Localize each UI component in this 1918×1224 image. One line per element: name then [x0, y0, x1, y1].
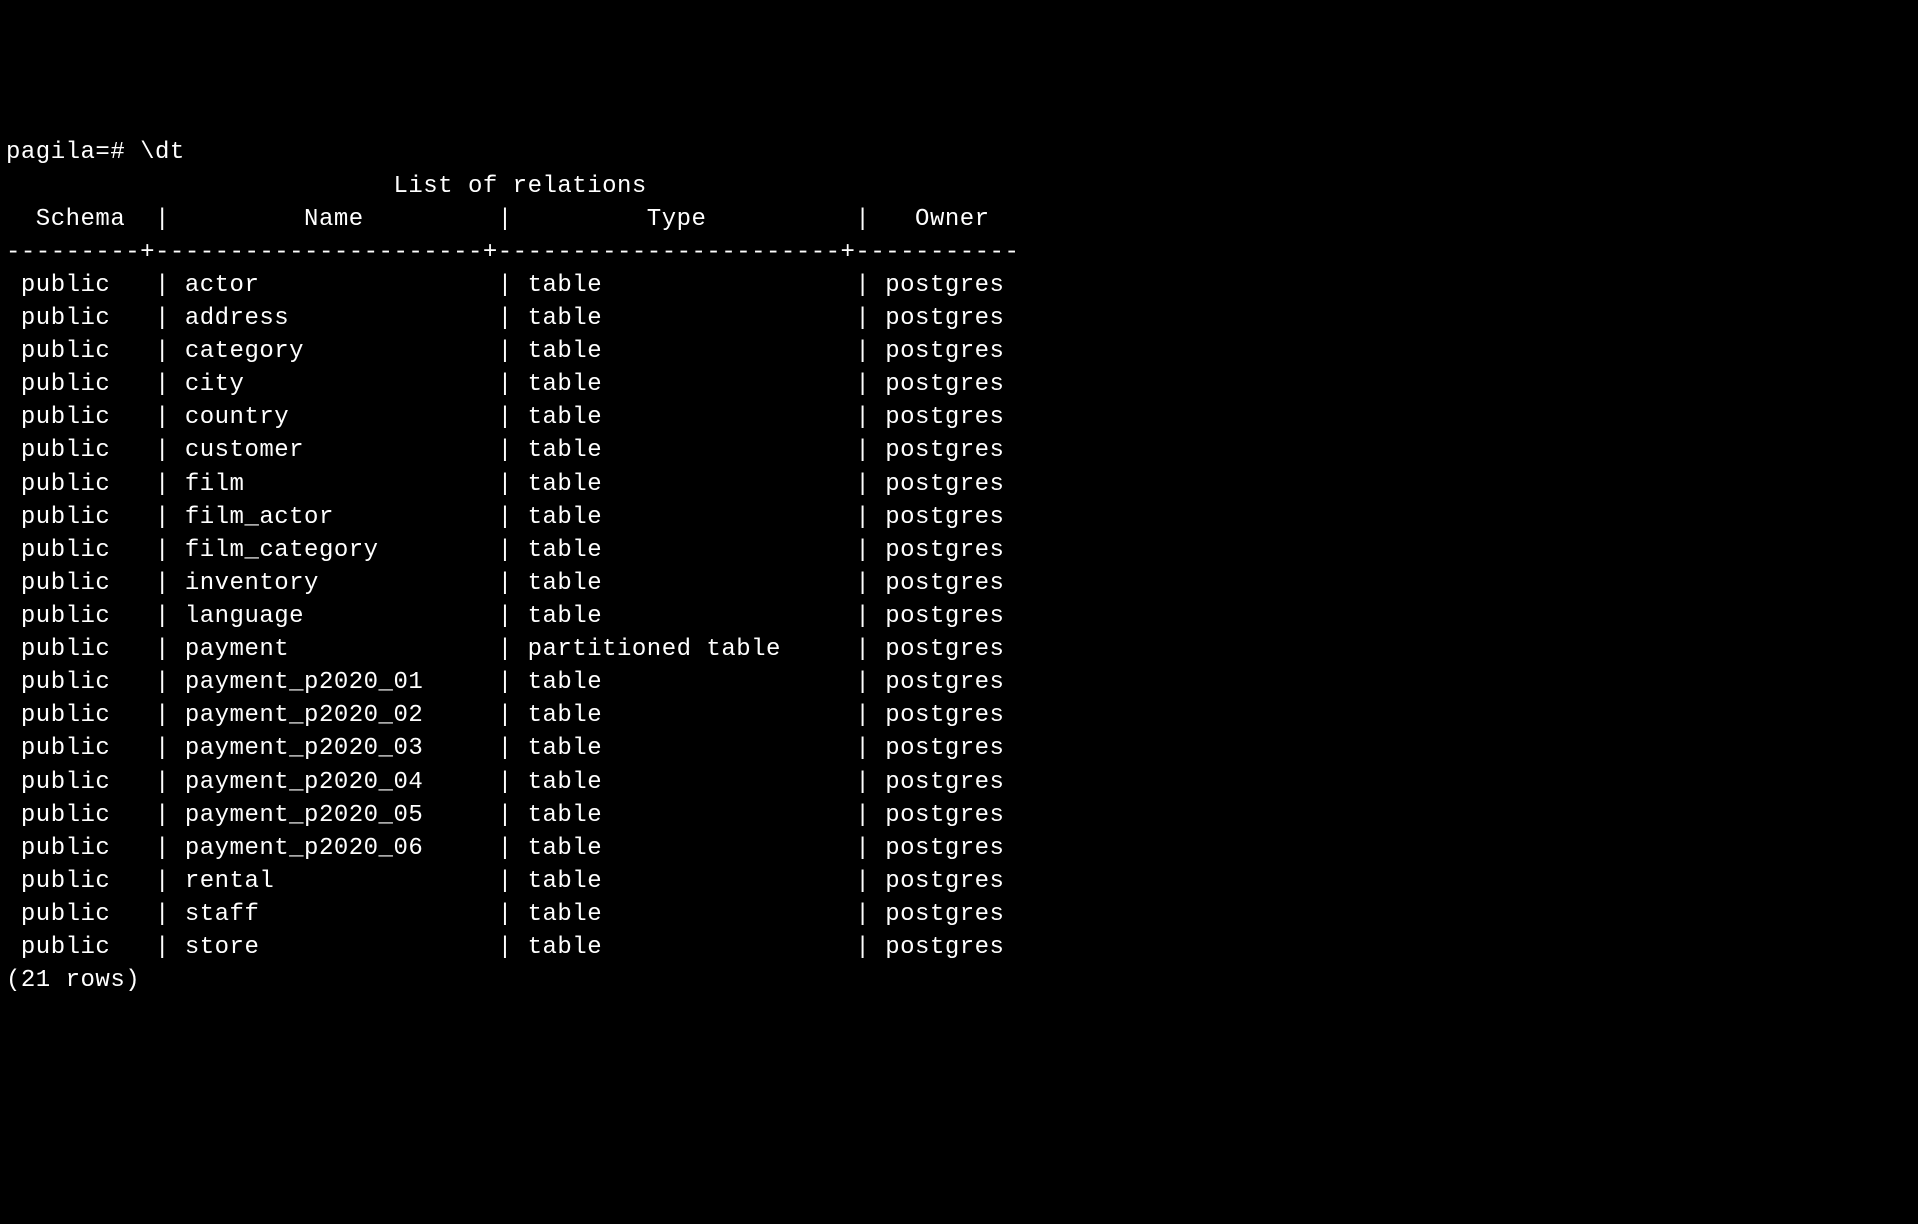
table-header: Schema | Name | Type | Owner [6, 206, 1034, 233]
terminal-output[interactable]: pagila=# \dt List of relations Schema | … [6, 136, 1912, 997]
psql-prompt: pagila=# \dt [6, 139, 185, 166]
row-count-footer: (21 rows) [6, 967, 140, 994]
table-body: public | actor | table | postgres public… [6, 272, 1034, 961]
table-separator: ---------+----------------------+-------… [6, 239, 1019, 266]
relations-title: List of relations [6, 173, 1034, 200]
